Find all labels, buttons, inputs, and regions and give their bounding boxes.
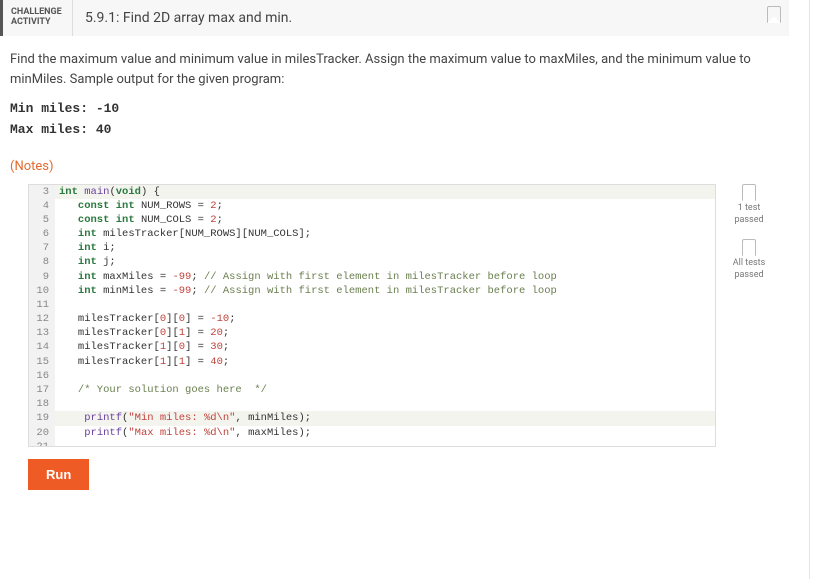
sample-output: Min miles: -10 Max miles: 40 bbox=[0, 93, 789, 147]
line-number: 12 bbox=[29, 312, 55, 326]
code-line[interactable]: 12 milesTracker[0][0] = -10; bbox=[29, 312, 715, 326]
sample-output-line2: Max miles: 40 bbox=[10, 120, 789, 141]
code-line[interactable]: 17 /* Your solution goes here */ bbox=[29, 383, 715, 397]
bookmark-icon bbox=[742, 239, 756, 256]
code-line[interactable]: 7 int i; bbox=[29, 241, 715, 255]
line-number: 4 bbox=[29, 199, 55, 213]
code-content: int j; bbox=[55, 255, 116, 269]
badge-text: 1 test bbox=[738, 203, 761, 213]
test-badges: 1 test passed All tests passed bbox=[726, 184, 772, 294]
line-number: 11 bbox=[29, 298, 55, 312]
line-number: 20 bbox=[29, 426, 55, 440]
code-line[interactable]: 11 bbox=[29, 298, 715, 312]
line-number: 21 bbox=[29, 440, 55, 446]
code-content bbox=[55, 397, 59, 411]
code-line[interactable]: 10 int minMiles = -99; // Assign with fi… bbox=[29, 284, 715, 298]
line-number: 17 bbox=[29, 383, 55, 397]
code-line[interactable]: 19 printf("Min miles: %d\n", minMiles); bbox=[29, 411, 715, 425]
badge-text: passed bbox=[734, 215, 763, 225]
code-content bbox=[55, 440, 59, 446]
challenge-header: CHALLENGE ACTIVITY 5.9.1: Find 2D array … bbox=[0, 0, 789, 36]
code-content: printf("Max miles: %d\n", maxMiles); bbox=[55, 426, 311, 440]
code-line[interactable]: 14 milesTracker[1][0] = 30; bbox=[29, 340, 715, 354]
run-button[interactable]: Run bbox=[28, 459, 89, 490]
line-number: 8 bbox=[29, 255, 55, 269]
code-line[interactable]: 6 int milesTracker[NUM_ROWS][NUM_COLS]; bbox=[29, 227, 715, 241]
line-number: 5 bbox=[29, 213, 55, 227]
line-number: 10 bbox=[29, 284, 55, 298]
code-editor[interactable]: 3int main(void) {4 const int NUM_ROWS = … bbox=[28, 184, 716, 447]
badge-text: All tests bbox=[733, 258, 765, 268]
code-content: milesTracker[1][0] = 30; bbox=[55, 340, 229, 354]
code-line[interactable]: 16 bbox=[29, 369, 715, 383]
code-line[interactable]: 3int main(void) { bbox=[29, 185, 715, 199]
code-line[interactable]: 20 printf("Max miles: %d\n", maxMiles); bbox=[29, 426, 715, 440]
code-content bbox=[55, 298, 59, 312]
code-content: printf("Min miles: %d\n", minMiles); bbox=[55, 411, 311, 425]
bookmark-icon bbox=[742, 184, 756, 201]
code-content bbox=[55, 369, 59, 383]
code-line[interactable]: 13 milesTracker[0][1] = 20; bbox=[29, 326, 715, 340]
line-number: 15 bbox=[29, 355, 55, 369]
notes-link[interactable]: (Notes) bbox=[0, 147, 54, 184]
code-content: int i; bbox=[55, 241, 116, 255]
line-number: 6 bbox=[29, 227, 55, 241]
code-line[interactable]: 21 bbox=[29, 440, 715, 446]
code-line[interactable]: 15 milesTracker[1][1] = 40; bbox=[29, 355, 715, 369]
code-line[interactable]: 9 int maxMiles = -99; // Assign with fir… bbox=[29, 270, 715, 284]
line-number: 7 bbox=[29, 241, 55, 255]
line-number: 3 bbox=[29, 185, 55, 199]
code-content: const int NUM_COLS = 2; bbox=[55, 213, 223, 227]
line-number: 9 bbox=[29, 270, 55, 284]
code-line[interactable]: 4 const int NUM_ROWS = 2; bbox=[29, 199, 715, 213]
prompt-text: Find the maximum value and minimum value… bbox=[0, 44, 789, 93]
bookmark-icon[interactable] bbox=[767, 0, 789, 36]
line-number: 14 bbox=[29, 340, 55, 354]
sample-output-line1: Min miles: -10 bbox=[10, 99, 789, 120]
code-content: milesTracker[1][1] = 40; bbox=[55, 355, 229, 369]
code-content: /* Your solution goes here */ bbox=[55, 383, 267, 397]
code-content: milesTracker[0][1] = 20; bbox=[55, 326, 229, 340]
code-content: int milesTracker[NUM_ROWS][NUM_COLS]; bbox=[55, 227, 311, 241]
challenge-title: 5.9.1: Find 2D array max and min. bbox=[73, 0, 767, 36]
code-content: const int NUM_ROWS = 2; bbox=[55, 199, 223, 213]
code-content: int maxMiles = -99; // Assign with first… bbox=[55, 270, 557, 284]
code-line[interactable]: 18 bbox=[29, 397, 715, 411]
line-number: 13 bbox=[29, 326, 55, 340]
code-line[interactable]: 8 int j; bbox=[29, 255, 715, 269]
challenge-label-line2: ACTIVITY bbox=[11, 18, 64, 28]
code-line[interactable]: 5 const int NUM_COLS = 2; bbox=[29, 213, 715, 227]
code-content: int main(void) { bbox=[55, 185, 160, 199]
line-number: 16 bbox=[29, 369, 55, 383]
line-number: 19 bbox=[29, 411, 55, 425]
line-number: 18 bbox=[29, 397, 55, 411]
badge-text: passed bbox=[734, 270, 763, 280]
challenge-activity-label: CHALLENGE ACTIVITY bbox=[3, 0, 73, 36]
code-content: int minMiles = -99; // Assign with first… bbox=[55, 284, 557, 298]
code-content: milesTracker[0][0] = -10; bbox=[55, 312, 236, 326]
